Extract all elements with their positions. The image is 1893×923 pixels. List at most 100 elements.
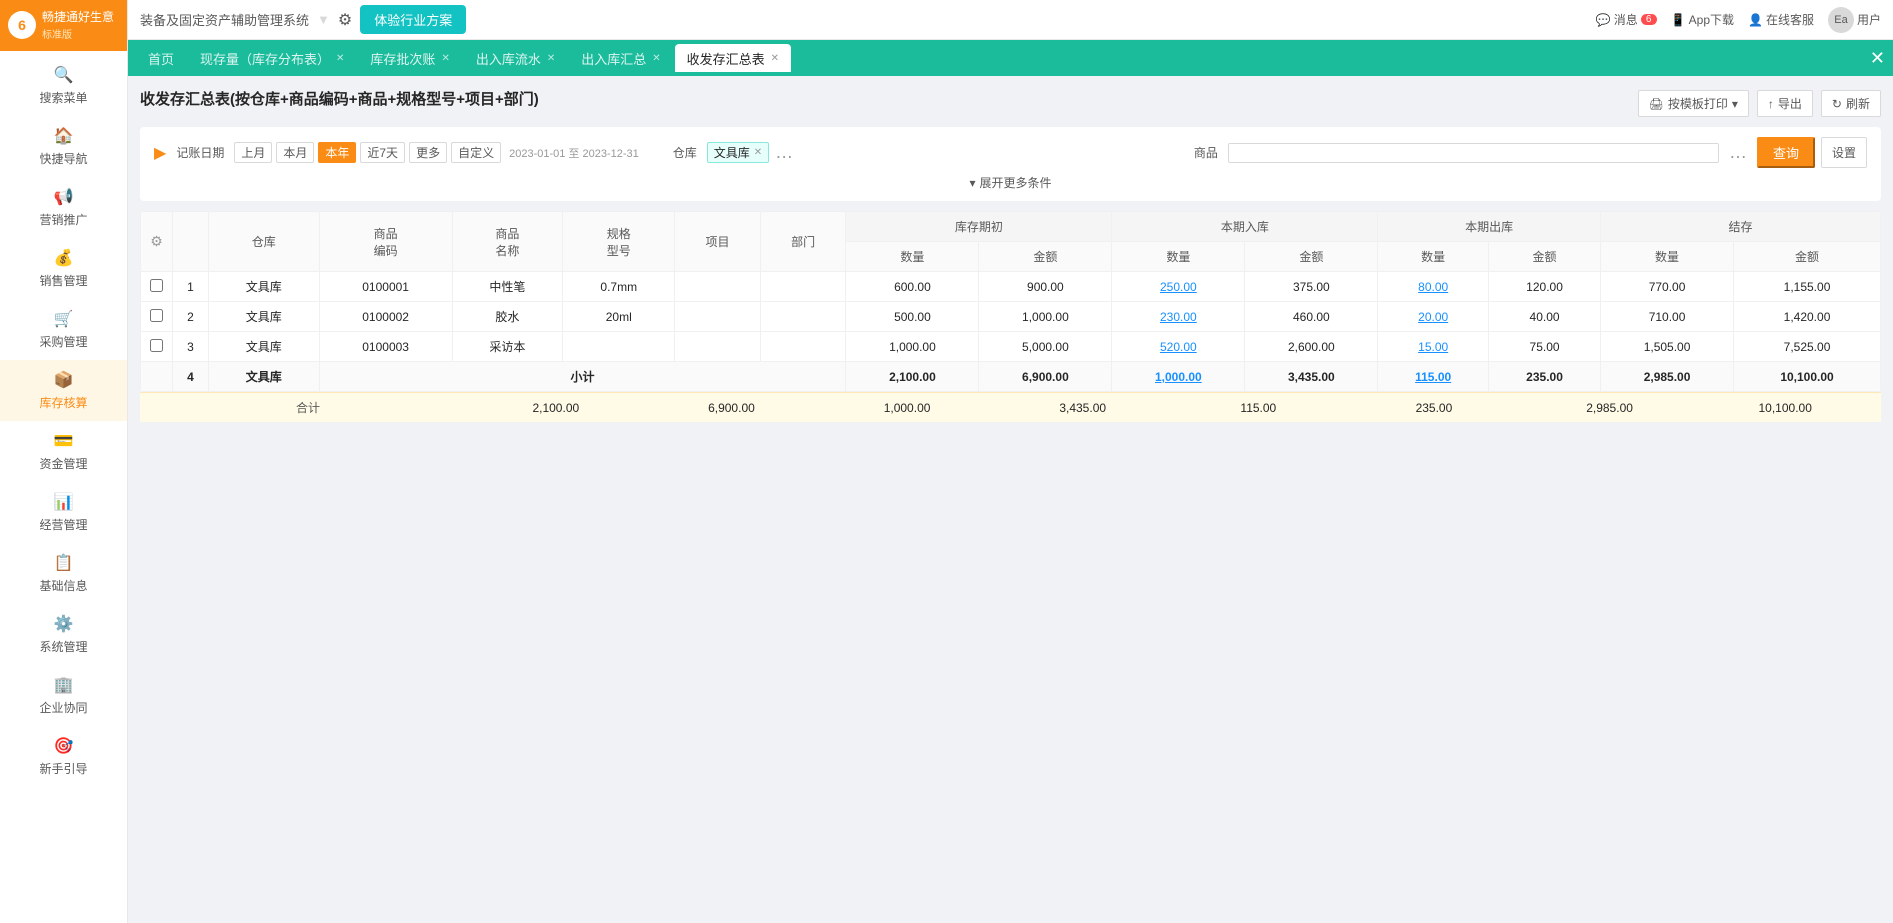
col-opening-amt-header: 金额: [979, 242, 1112, 272]
row-in-qty[interactable]: 520.00: [1112, 332, 1245, 362]
sidebar-item-basic[interactable]: 📋 基础信息: [0, 543, 127, 604]
subtotal-label: 小计: [319, 362, 846, 392]
row-name: 胶水: [452, 302, 563, 332]
service-action[interactable]: 👤 在线客服: [1748, 11, 1814, 28]
tab-close-batch[interactable]: ✕: [441, 53, 449, 64]
row-out-amt: 75.00: [1489, 332, 1601, 362]
marketing-icon: 📢: [54, 187, 74, 207]
date-btn-more[interactable]: 更多: [409, 142, 447, 163]
refresh-button[interactable]: ↻ 刷新: [1821, 90, 1881, 117]
expand-filter-button[interactable]: ▾ 展开更多条件: [154, 174, 1867, 191]
sidebar: 6 畅捷通好生意 标准版 🔍 搜索菜单 🏠 快捷导航 📢 营销推广 💰 销售管理…: [0, 0, 128, 923]
filter-arrow[interactable]: ▶: [154, 143, 166, 163]
newbie-icon: 🎯: [54, 736, 74, 756]
sidebar-item-system[interactable]: ⚙️ 系统管理: [0, 604, 127, 665]
date-label: 记账日期: [176, 144, 224, 161]
subtotal-closing-qty: 2,985.00: [1601, 362, 1734, 392]
date-btn-this-month[interactable]: 本月: [276, 142, 314, 163]
subtotal-closing-amt: 10,100.00: [1734, 362, 1881, 392]
app-download-action[interactable]: 📱 App下载: [1671, 11, 1734, 28]
message-icon: 💬: [1596, 13, 1611, 27]
tab-inout-flow[interactable]: 出入库流水 ✕: [464, 44, 567, 72]
row-project: [675, 332, 761, 362]
export-button[interactable]: ↑ 导出: [1757, 90, 1813, 117]
sidebar-item-inventory[interactable]: 📦 库存核算: [0, 360, 127, 421]
user-avatar: Ea: [1828, 7, 1854, 33]
tab-close-recv-summary[interactable]: ✕: [771, 53, 779, 64]
page-content: 收发存汇总表(按仓库+商品编码+商品+规格型号+项目+部门) 🖨 按模板打印 ▾…: [128, 76, 1893, 923]
message-badge: 6: [1641, 14, 1657, 25]
tab-home[interactable]: 首页: [136, 44, 186, 72]
goods-more[interactable]: …: [1729, 142, 1747, 163]
close-all-tabs[interactable]: ✕: [1870, 48, 1885, 69]
row-out-amt: 120.00: [1489, 272, 1601, 302]
row-opening-amt: 5,000.00: [979, 332, 1112, 362]
tab-inout-summary[interactable]: 出入库汇总 ✕: [569, 44, 672, 72]
subtotal-out-qty[interactable]: 115.00: [1378, 362, 1489, 392]
date-btn-last-month[interactable]: 上月: [234, 142, 272, 163]
subtotal-row: 4 文具库 小计 2,100.00 6,900.00 1,000.00 3,43…: [141, 362, 1881, 392]
filter-row-1: ▶ 记账日期 上月 本月 本年 近7天 更多 自定义 2023-01-01 至 …: [154, 137, 1867, 168]
row-in-qty[interactable]: 250.00: [1112, 272, 1245, 302]
row-spec: 20ml: [563, 302, 675, 332]
warehouse-tags: 文具库 ✕ …: [707, 142, 1184, 163]
sidebar-item-sales[interactable]: 💰 销售管理: [0, 238, 127, 299]
trial-button[interactable]: 体验行业方案: [360, 5, 466, 34]
sidebar-item-search[interactable]: 🔍 搜索菜单: [0, 55, 127, 116]
row-out-qty[interactable]: 80.00: [1378, 272, 1489, 302]
row-out-qty[interactable]: 15.00: [1378, 332, 1489, 362]
row-closing-amt: 1,420.00: [1734, 302, 1881, 332]
warehouse-label: 仓库: [673, 144, 697, 161]
row-opening-amt: 900.00: [979, 272, 1112, 302]
sidebar-item-business[interactable]: 📊 经营管理: [0, 482, 127, 543]
goods-input[interactable]: [1228, 143, 1719, 163]
date-btn-this-year[interactable]: 本年: [318, 142, 356, 163]
system-icon: ⚙️: [54, 614, 74, 634]
setting-button[interactable]: 设置: [1821, 137, 1867, 168]
row-warehouse: 文具库: [209, 272, 320, 302]
col-settings-icon[interactable]: ⚙: [150, 233, 163, 249]
row-out-qty[interactable]: 20.00: [1378, 302, 1489, 332]
date-btn-7days[interactable]: 近7天: [360, 142, 405, 163]
topbar: 装备及固定资产辅助管理系统 ▼ ⚙ 体验行业方案 💬 消息 6 📱 App下载 …: [128, 0, 1893, 40]
row-name: 中性笔: [452, 272, 563, 302]
row-project: [675, 302, 761, 332]
tab-close-inout-flow[interactable]: ✕: [547, 53, 555, 64]
total-in-qty: 1,000.00: [819, 401, 995, 415]
tab-close-inventory-dist[interactable]: ✕: [336, 53, 344, 64]
sidebar-item-purchase[interactable]: 🛒 采购管理: [0, 299, 127, 360]
row-checkbox[interactable]: [141, 332, 173, 362]
col-opening-header: 库存期初: [846, 212, 1112, 242]
logo-subtitle: 标准版: [42, 26, 114, 41]
user-action[interactable]: Ea 用户: [1828, 7, 1881, 33]
tab-recv-summary[interactable]: 收发存汇总表 ✕: [675, 44, 791, 72]
row-opening-qty: 600.00: [846, 272, 979, 302]
sidebar-nav: 🔍 搜索菜单 🏠 快捷导航 📢 营销推广 💰 销售管理 🛒 采购管理 📦 库存核…: [0, 51, 127, 923]
tab-batch[interactable]: 库存批次账 ✕: [358, 44, 461, 72]
sidebar-item-corp[interactable]: 🏢 企业协同: [0, 665, 127, 726]
warehouse-more[interactable]: …: [775, 142, 793, 163]
sidebar-item-marketing[interactable]: 📢 营销推广: [0, 177, 127, 238]
subtotal-in-qty[interactable]: 1,000.00: [1112, 362, 1245, 392]
tab-close-inout-summary[interactable]: ✕: [652, 53, 660, 64]
settings-icon[interactable]: ⚙: [338, 10, 352, 30]
row-checkbox[interactable]: [141, 272, 173, 302]
warehouse-tag-close[interactable]: ✕: [754, 147, 762, 158]
row-no: 1: [173, 272, 209, 302]
sidebar-item-newbie[interactable]: 🎯 新手引导: [0, 726, 127, 787]
sidebar-item-finance[interactable]: 💳 资金管理: [0, 421, 127, 482]
col-spec-header: 规格型号: [563, 212, 675, 272]
tab-inventory-dist[interactable]: 现存量（库存分布表） ✕: [188, 44, 356, 72]
col-settings-header[interactable]: ⚙: [141, 212, 173, 272]
sidebar-item-quick-nav[interactable]: 🏠 快捷导航: [0, 116, 127, 177]
subtotal-out-amt: 235.00: [1489, 362, 1601, 392]
row-in-qty[interactable]: 230.00: [1112, 302, 1245, 332]
total-closing-qty: 2,985.00: [1522, 401, 1698, 415]
row-checkbox[interactable]: [141, 302, 173, 332]
print-button[interactable]: 🖨 按模板打印 ▾: [1638, 90, 1749, 117]
print-dropdown-icon: ▾: [1732, 97, 1738, 111]
total-opening-amt: 6,900.00: [644, 401, 820, 415]
date-btn-custom[interactable]: 自定义: [451, 142, 501, 163]
query-button[interactable]: 查询: [1757, 137, 1815, 168]
message-action[interactable]: 💬 消息 6: [1596, 11, 1657, 28]
